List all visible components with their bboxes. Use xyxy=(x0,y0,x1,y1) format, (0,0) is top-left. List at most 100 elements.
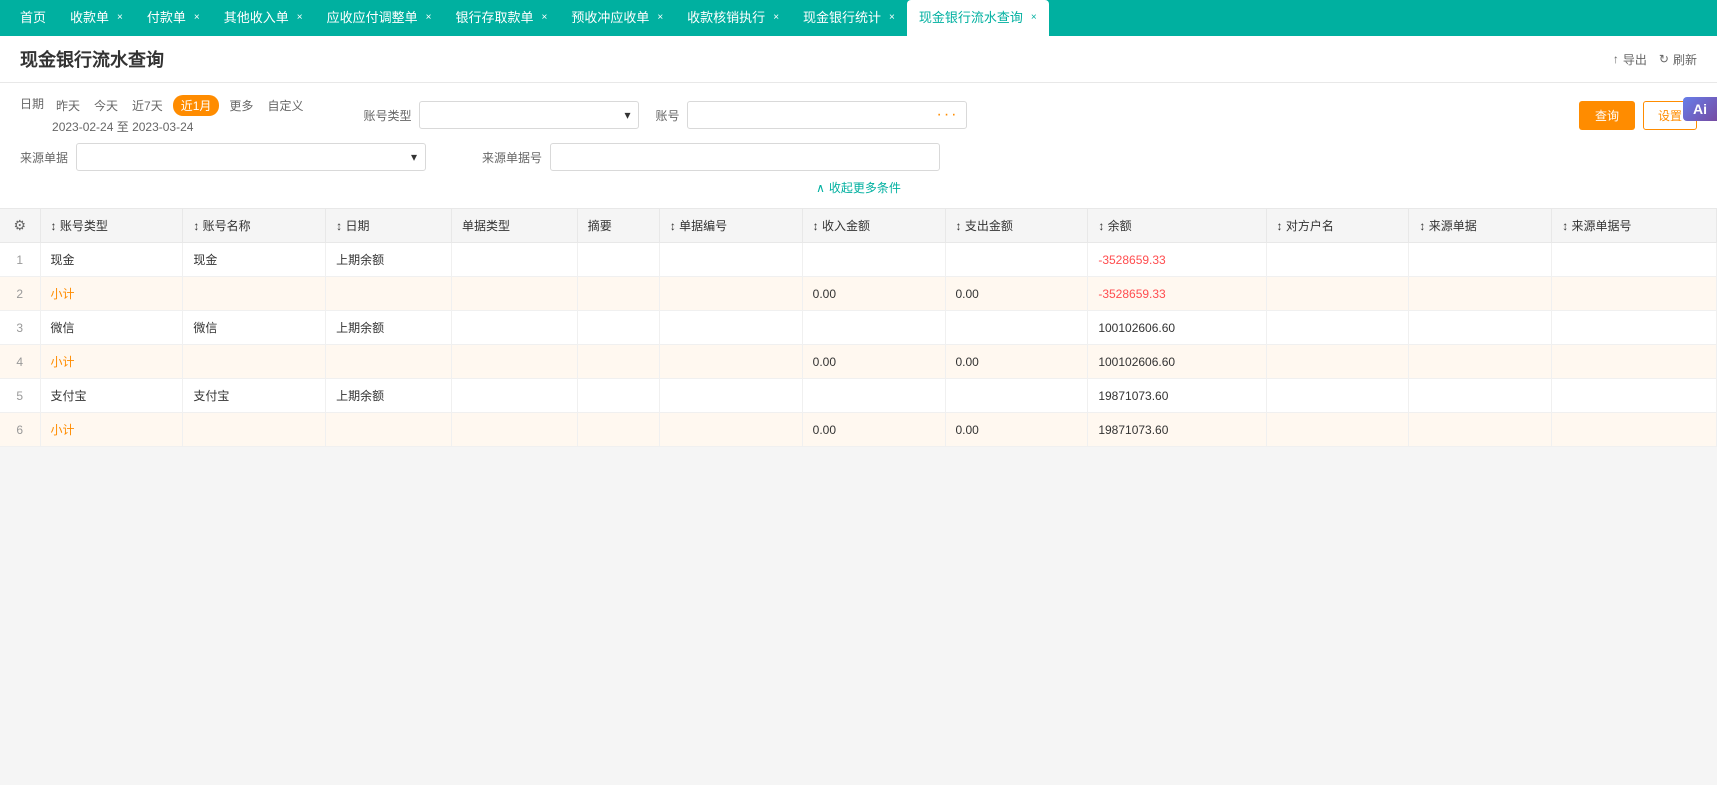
cell-income xyxy=(802,379,945,413)
account-type-filter: 账号类型 ▾ xyxy=(363,101,639,129)
nav-ar-adjustment[interactable]: 应收应付调整单 × xyxy=(315,0,444,36)
nav-cash-bank-flow[interactable]: 现金银行流水查询 × xyxy=(907,0,1049,36)
cell-income xyxy=(802,311,945,345)
col-doc-type-label: 单据类型 xyxy=(462,219,510,233)
cell-doc-type xyxy=(451,311,577,345)
nav-cash-bank-stats[interactable]: 现金银行统计 × xyxy=(791,0,907,36)
cell-income xyxy=(802,243,945,277)
col-balance-label: ↕ 余额 xyxy=(1098,219,1131,233)
col-source-doc-no-label: ↕ 来源单据号 xyxy=(1562,219,1631,233)
cell-account-type: 小计 xyxy=(40,277,183,311)
nav-bank-deposit[interactable]: 银行存取款单 × xyxy=(443,0,559,36)
table-row: 4 小计 0.00 0.00 100102606.60 xyxy=(0,345,1717,379)
cell-source-doc xyxy=(1409,379,1552,413)
nav-payment[interactable]: 付款单 × xyxy=(135,0,212,36)
cell-summary xyxy=(577,379,659,413)
header-actions: ↑ 导出 ↻ 刷新 xyxy=(1613,51,1697,68)
query-button[interactable]: 查询 xyxy=(1579,101,1635,130)
account-filter: 账号 ··· xyxy=(655,101,967,129)
date-range-display: 2023-02-24 至 2023-03-24 xyxy=(52,118,307,135)
cell-doc-no xyxy=(659,311,802,345)
nav-other-income-close[interactable]: × xyxy=(297,0,303,36)
col-date-label: ↕ 日期 xyxy=(336,219,369,233)
nav-ar-adjustment-close[interactable]: × xyxy=(426,0,432,36)
date-btn-yesterday[interactable]: 昨天 xyxy=(52,95,84,116)
nav-receipt[interactable]: 收款单 × xyxy=(58,0,135,36)
account-type-select[interactable]: ▾ xyxy=(419,101,639,129)
date-btn-1month[interactable]: 近1月 xyxy=(173,95,220,116)
cell-account-type: 小计 xyxy=(40,413,183,447)
cell-counterpart xyxy=(1266,379,1409,413)
nav-other-income[interactable]: 其他收入单 × xyxy=(212,0,315,36)
col-expense[interactable]: ↕ 支出金额 xyxy=(945,209,1088,243)
col-doc-no[interactable]: ↕ 单据编号 xyxy=(659,209,802,243)
cell-account-name xyxy=(183,345,326,379)
source-doc-label: 来源单据 xyxy=(20,149,68,166)
cell-doc-no xyxy=(659,345,802,379)
cell-source-doc xyxy=(1409,311,1552,345)
gear-icon: ⚙ xyxy=(13,217,26,233)
cell-source-doc-no xyxy=(1552,277,1717,311)
date-btn-today[interactable]: 今天 xyxy=(90,95,122,116)
table-header-row: ⚙ ↕ 账号类型 ↕ 账号名称 ↕ 日期 单据类型 摘要 ↕ 单 xyxy=(0,209,1717,243)
date-label: 日期 xyxy=(20,95,44,112)
nav-prepay-offset[interactable]: 预收冲应收单 × xyxy=(559,0,675,36)
nav-payment-close[interactable]: × xyxy=(194,0,200,36)
table-row: 1 现金 现金 上期余额 -3528659.33 xyxy=(0,243,1717,277)
table-row: 2 小计 0.00 0.00 -3528659.33 xyxy=(0,277,1717,311)
nav-receipt-verify-close[interactable]: × xyxy=(773,0,779,36)
nav-bank-deposit-close[interactable]: × xyxy=(541,0,547,36)
cell-source-doc-no xyxy=(1552,311,1717,345)
source-doc-select[interactable]: ▾ xyxy=(76,143,426,171)
cell-summary xyxy=(577,277,659,311)
col-date[interactable]: ↕ 日期 xyxy=(326,209,452,243)
collapse-bar[interactable]: ∧ 收起更多条件 xyxy=(20,179,1697,196)
page-header: 现金银行流水查询 ↑ 导出 ↻ 刷新 xyxy=(0,36,1717,83)
nav-prepay-offset-close[interactable]: × xyxy=(657,0,663,36)
nav-receipt-close[interactable]: × xyxy=(117,0,123,36)
filter-area: 日期 昨天 今天 近7天 近1月 更多 自定义 2023-02-24 至 202… xyxy=(0,83,1717,209)
table-body: 1 现金 现金 上期余额 -3528659.33 2 小计 0.00 0.00 … xyxy=(0,243,1717,447)
refresh-button[interactable]: ↻ 刷新 xyxy=(1659,51,1697,68)
col-counterpart-label: ↕ 对方户名 xyxy=(1277,219,1334,233)
cell-balance: -3528659.33 xyxy=(1088,243,1266,277)
cell-account-name: 支付宝 xyxy=(183,379,326,413)
cell-counterpart xyxy=(1266,413,1409,447)
col-income[interactable]: ↕ 收入金额 xyxy=(802,209,945,243)
col-source-doc[interactable]: ↕ 来源单据 xyxy=(1409,209,1552,243)
col-source-doc-no[interactable]: ↕ 来源单据号 xyxy=(1552,209,1717,243)
col-settings[interactable]: ⚙ xyxy=(0,209,40,243)
nav-cash-bank-stats-close[interactable]: × xyxy=(889,0,895,36)
date-btn-7days[interactable]: 近7天 xyxy=(128,95,167,116)
account-input[interactable] xyxy=(696,108,932,122)
col-account-type-label: ↕ 账号类型 xyxy=(51,219,108,233)
cell-counterpart xyxy=(1266,243,1409,277)
date-btn-custom[interactable]: 自定义 xyxy=(263,95,307,116)
cell-doc-type xyxy=(451,379,577,413)
date-btn-more[interactable]: 更多 xyxy=(225,95,257,116)
nav-cash-bank-flow-close[interactable]: × xyxy=(1031,0,1037,36)
col-account-name-label: ↕ 账号名称 xyxy=(193,219,250,233)
cell-account-name xyxy=(183,413,326,447)
col-counterpart[interactable]: ↕ 对方户名 xyxy=(1266,209,1409,243)
cell-source-doc xyxy=(1409,277,1552,311)
export-icon: ↑ xyxy=(1613,52,1619,66)
cell-date: 上期余额 xyxy=(326,311,452,345)
export-button[interactable]: ↑ 导出 xyxy=(1613,51,1647,68)
cell-account-type: 现金 xyxy=(40,243,183,277)
cell-doc-type xyxy=(451,277,577,311)
cell-balance: 100102606.60 xyxy=(1088,345,1266,379)
cell-counterpart xyxy=(1266,345,1409,379)
account-dots-btn[interactable]: ··· xyxy=(937,106,959,124)
nav-receipt-verify[interactable]: 收款核销执行 × xyxy=(675,0,791,36)
col-account-type[interactable]: ↕ 账号类型 xyxy=(40,209,183,243)
col-summary: 摘要 xyxy=(577,209,659,243)
col-balance[interactable]: ↕ 余额 xyxy=(1088,209,1266,243)
col-account-name[interactable]: ↕ 账号名称 xyxy=(183,209,326,243)
nav-home[interactable]: 首页 xyxy=(8,0,58,36)
cell-doc-no xyxy=(659,413,802,447)
cell-account-type: 小计 xyxy=(40,345,183,379)
ai-badge[interactable]: Ai xyxy=(1683,97,1717,121)
source-doc-no-input[interactable] xyxy=(559,150,931,164)
data-table: ⚙ ↕ 账号类型 ↕ 账号名称 ↕ 日期 单据类型 摘要 ↕ 单 xyxy=(0,209,1717,447)
